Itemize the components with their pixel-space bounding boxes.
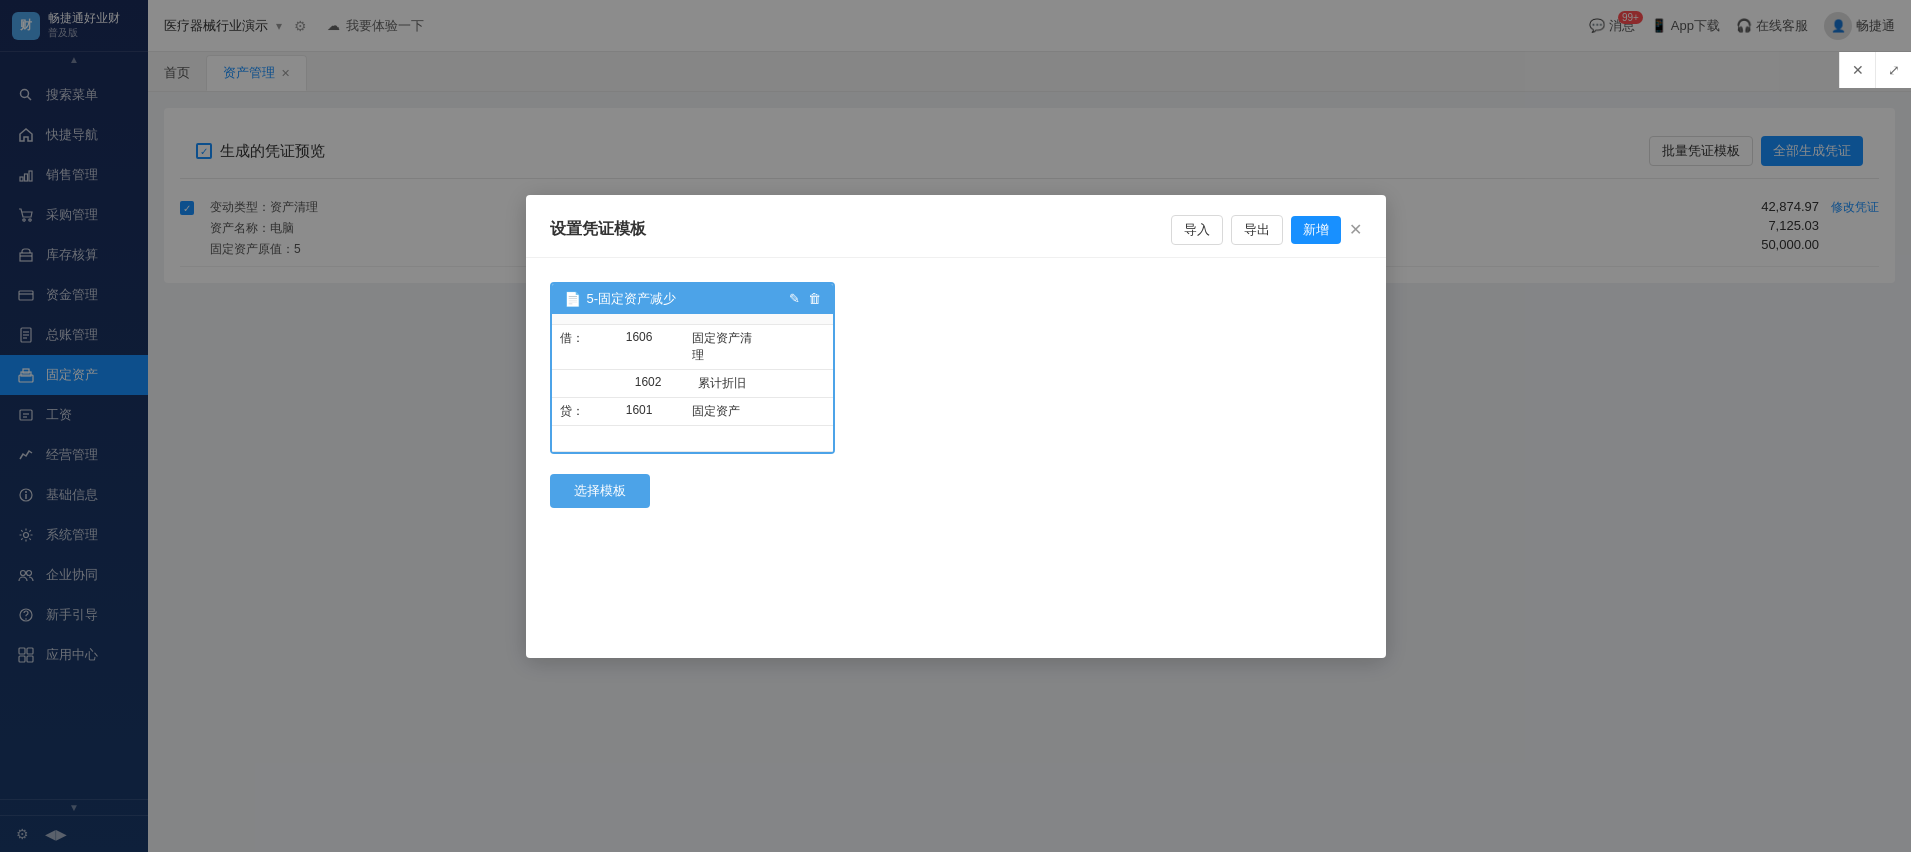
entry-1-name: 固定资产清理 <box>692 330 758 364</box>
window-maximize-btn[interactable]: ⤢ <box>1875 52 1911 88</box>
import-btn[interactable]: 导入 <box>1171 215 1223 245</box>
template-card-body: 借： 1606 固定资产清理 1602 累计折旧 贷： <box>552 314 833 452</box>
entry-2-type <box>572 375 635 392</box>
modal-header-right: 导入 导出 新增 ✕ <box>1171 215 1362 245</box>
template-card: 📄 5-固定资产减少 ✎ 🗑 <box>550 282 835 454</box>
template-header-row <box>552 314 833 325</box>
entry-row-2: 1602 累计折旧 <box>552 370 833 398</box>
window-controls: ✕ ⤢ <box>1839 52 1911 88</box>
template-card-title: 5-固定资产减少 <box>587 290 677 308</box>
modal-title: 设置凭证模板 <box>550 219 646 240</box>
select-template-btn[interactable]: 选择模板 <box>550 474 650 508</box>
template-card-actions: ✎ 🗑 <box>789 291 821 306</box>
entry-row-1: 借： 1606 固定资产清理 <box>552 325 833 370</box>
template-header-left: 📄 5-固定资产减少 <box>564 290 677 308</box>
export-btn[interactable]: 导出 <box>1231 215 1283 245</box>
entry-3-code: 1601 <box>626 403 692 420</box>
modal-close-btn[interactable]: ✕ <box>1349 220 1362 239</box>
entry-4-extra <box>758 431 824 446</box>
template-card-header: 📄 5-固定资产减少 ✎ 🗑 <box>552 284 833 314</box>
entry-4-type <box>560 431 626 446</box>
modal-header: 设置凭证模板 导入 导出 新增 ✕ <box>526 195 1386 258</box>
entry-4-code <box>626 431 692 446</box>
entry-3-name: 固定资产 <box>692 403 758 420</box>
entry-1-code: 1606 <box>626 330 692 364</box>
entry-row-4 <box>552 426 833 452</box>
entry-2-extra <box>761 375 824 392</box>
entry-4-name <box>692 431 758 446</box>
set-template-modal: 设置凭证模板 导入 导出 新增 ✕ 📄 5-固定资产减少 ✎ 🗑 <box>526 195 1386 658</box>
entry-1-extra <box>758 330 824 364</box>
entry-3-type: 贷： <box>560 403 626 420</box>
entry-2-name: 累计折旧 <box>698 375 761 392</box>
template-edit-icon[interactable]: ✎ <box>789 291 800 306</box>
entry-3-extra <box>758 403 824 420</box>
entry-row-3: 贷： 1601 固定资产 <box>552 398 833 426</box>
window-close-btn[interactable]: ✕ <box>1839 52 1875 88</box>
template-doc-icon: 📄 <box>564 291 581 307</box>
modal-overlay: 设置凭证模板 导入 导出 新增 ✕ 📄 5-固定资产减少 ✎ 🗑 <box>0 0 1911 852</box>
template-delete-icon[interactable]: 🗑 <box>808 291 821 306</box>
entry-1-type: 借： <box>560 330 626 364</box>
new-btn[interactable]: 新增 <box>1291 216 1341 244</box>
modal-body: 📄 5-固定资产减少 ✎ 🗑 <box>526 258 1386 658</box>
entry-2-code: 1602 <box>635 375 698 392</box>
